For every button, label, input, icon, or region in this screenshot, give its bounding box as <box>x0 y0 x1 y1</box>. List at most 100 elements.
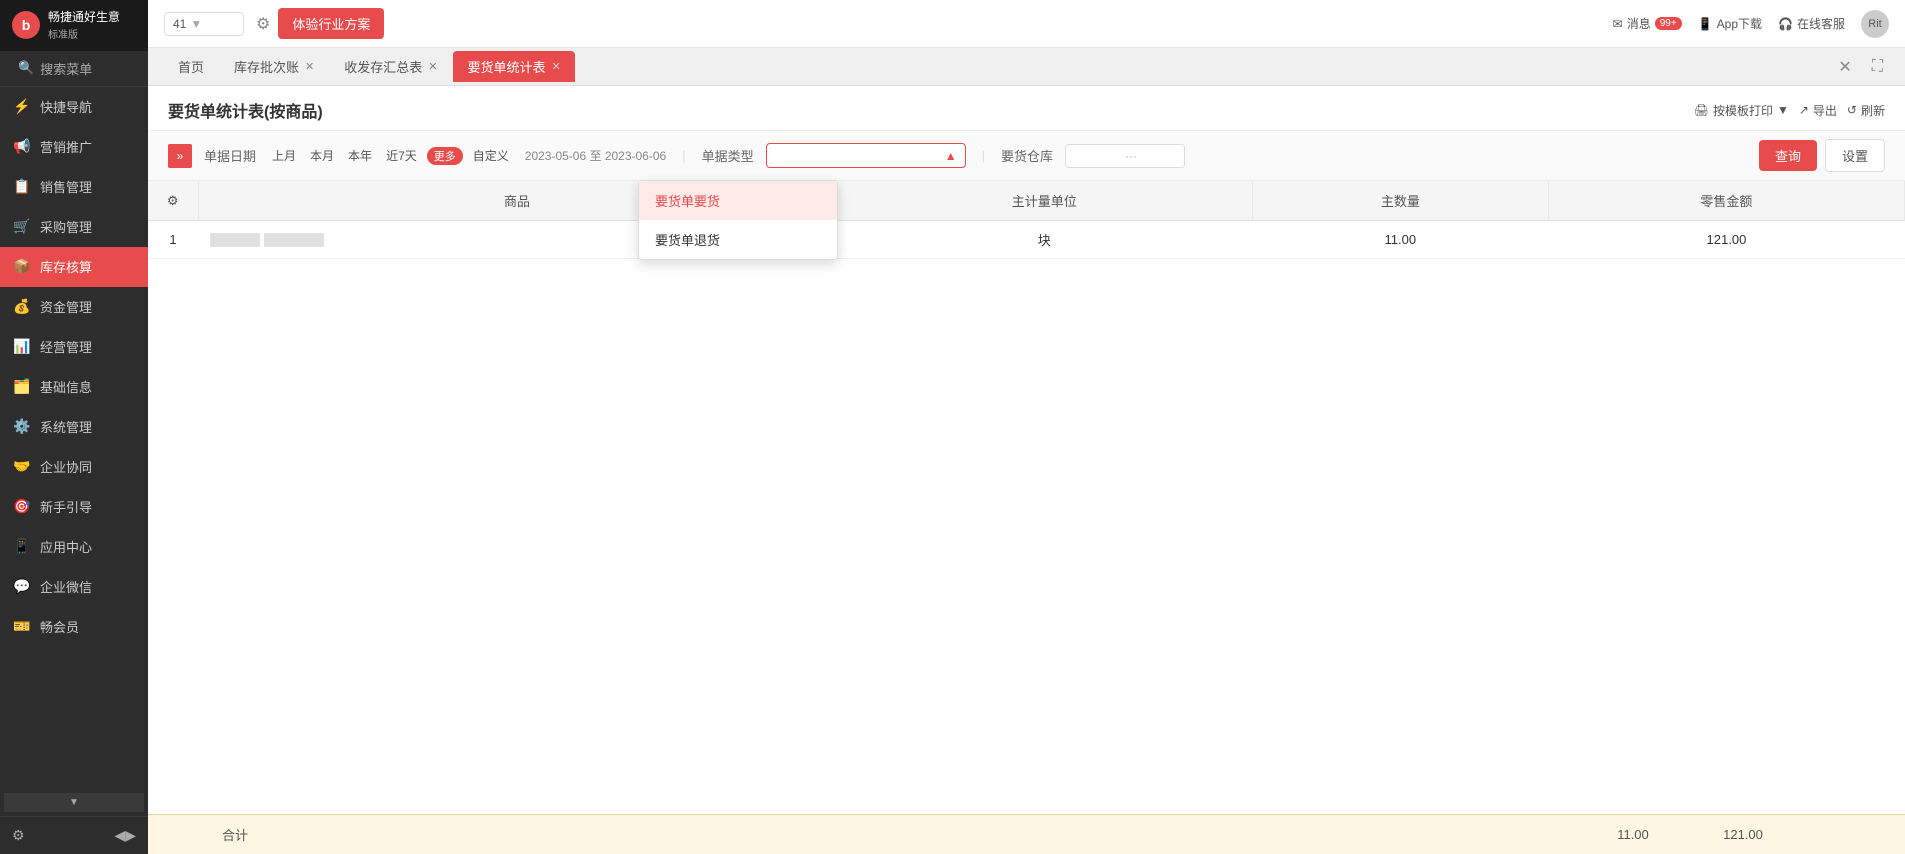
print-template-action[interactable]: 🖨 按模板打印 ▼ <box>1694 102 1789 119</box>
footer-cells: 合计 11.00 121.00 <box>160 825 1893 844</box>
refresh-label: 刷新 <box>1861 102 1885 119</box>
messages-item[interactable]: ✉ 消息 99+ <box>1613 15 1682 32</box>
sidebar-item-member[interactable]: 🎫 畅会员 <box>0 607 148 647</box>
dropdown-item-incoming[interactable]: 要货单要货 <box>639 181 837 220</box>
sidebar-item-wechat[interactable]: 💬 企业微信 <box>0 567 148 607</box>
sidebar-item-operations[interactable]: 📊 经营管理 <box>0 327 148 367</box>
date-btn-this-year[interactable]: 本年 <box>344 145 376 166</box>
messages-badge: 99+ <box>1655 17 1682 30</box>
close-all-btn[interactable]: ✕ <box>1832 55 1857 79</box>
app-download-item[interactable]: 📱 App下载 <box>1698 15 1762 32</box>
basic-icon: 🗂️ <box>12 377 32 397</box>
date-btn-7days[interactable]: 近7天 <box>382 145 421 166</box>
online-service-item[interactable]: 🎧 在线客服 <box>1778 15 1845 32</box>
page-header-actions: 🖨 按模板打印 ▼ ↗ 导出 ↺ 刷新 <box>1694 102 1885 119</box>
maximize-btn[interactable]: ⛶ <box>1866 56 1889 78</box>
sidebar-item-apps[interactable]: 📱 应用中心 <box>0 527 148 567</box>
download-icon: 📱 <box>1698 17 1713 31</box>
print-label: 按模板打印 <box>1713 102 1773 119</box>
date-label: 单据日期 <box>204 146 256 165</box>
warehouse-select[interactable]: ··· <box>1065 144 1185 168</box>
sidebar-scroll-down[interactable]: ▼ <box>4 793 144 812</box>
search-icon: 🔍 <box>18 60 34 76</box>
tab-close-inventory-batch[interactable]: ✕ <box>305 60 314 73</box>
selector-arrow-icon: ▼ <box>190 17 202 31</box>
marketing-label: 营销推广 <box>40 137 92 156</box>
tab-close-receive-summary[interactable]: ✕ <box>428 60 437 73</box>
tab-inventory-batch[interactable]: 库存批次账 ✕ <box>220 51 328 82</box>
date-more-badge[interactable]: 更多 <box>427 147 463 165</box>
tabbar-actions: ✕ ⛶ <box>1832 55 1889 79</box>
search-menu[interactable]: 🔍 搜索菜单 <box>0 51 148 87</box>
settings-icon[interactable]: ⚙ <box>12 827 25 844</box>
collapse-icon[interactable]: ◀▶ <box>114 827 136 844</box>
inventory-icon: 📦 <box>12 257 32 277</box>
sidebar-item-quick-nav[interactable]: ⚡ 快捷导航 <box>0 87 148 127</box>
col-quantity: 主数量 <box>1252 181 1548 221</box>
topbar-right: ✉ 消息 99+ 📱 App下载 🎧 在线客服 Rit <box>1613 10 1889 38</box>
main-content: 41 ▼ ⚙ 体验行业方案 ✉ 消息 99+ 📱 App下载 🎧 在线客服 Ri… <box>148 0 1905 854</box>
guide-icon: 🎯 <box>12 497 32 517</box>
date-range-display: 2023-05-06 至 2023-06-06 <box>525 147 666 164</box>
order-type-chevron-icon[interactable]: ▲ <box>945 149 957 163</box>
sidebar-item-inventory[interactable]: 📦 库存核算 <box>0 247 148 287</box>
row-amount: 121.00 <box>1548 221 1904 259</box>
filter-toggle-btn[interactable]: » <box>168 144 192 168</box>
filter-area: » 单据日期 上月 本月 本年 近7天 更多 自定义 2023-05-06 至 … <box>148 130 1905 181</box>
footer-total-label: 合计 <box>210 825 1573 844</box>
date-btn-last-month[interactable]: 上月 <box>268 145 300 166</box>
sidebar-item-marketing[interactable]: 📢 营销推广 <box>0 127 148 167</box>
operations-label: 经营管理 <box>40 337 92 356</box>
tab-order-summary[interactable]: 要货单统计表 ✕ <box>453 51 574 82</box>
member-icon: 🎫 <box>12 617 32 637</box>
topbar-gear-icon[interactable]: ⚙ <box>256 14 270 34</box>
refresh-icon: ↺ <box>1847 103 1857 117</box>
warehouse-more-icon[interactable]: ··· <box>1125 149 1176 163</box>
user-avatar[interactable]: Rit <box>1861 10 1889 38</box>
export-action[interactable]: ↗ 导出 <box>1799 102 1837 119</box>
quick-nav-icon: ⚡ <box>12 97 32 117</box>
enterprise-icon: 🤝 <box>12 457 32 477</box>
online-service-label: 在线客服 <box>1797 15 1845 32</box>
filter-separator: | <box>682 148 685 163</box>
sidebar-item-enterprise[interactable]: 🤝 企业协同 <box>0 447 148 487</box>
date-btn-custom[interactable]: 自定义 <box>469 145 513 166</box>
system-label: 系统管理 <box>40 417 92 436</box>
refresh-action[interactable]: ↺ 刷新 <box>1847 102 1885 119</box>
tab-home[interactable]: 首页 <box>164 51 218 82</box>
company-selector[interactable]: 41 ▼ <box>164 12 244 36</box>
export-label: 导出 <box>1813 102 1837 119</box>
sidebar-item-system[interactable]: ⚙️ 系统管理 <box>0 407 148 447</box>
basic-label: 基础信息 <box>40 377 92 396</box>
app-name: 畅捷通好生意 <box>48 10 120 26</box>
industry-btn[interactable]: 体验行业方案 <box>278 8 384 39</box>
col-settings[interactable]: ⚙ <box>148 181 198 221</box>
sidebar-item-sales[interactable]: 📋 销售管理 <box>0 167 148 207</box>
sidebar-item-purchase[interactable]: 🛒 采购管理 <box>0 207 148 247</box>
marketing-icon: 📢 <box>12 137 32 157</box>
sidebar-item-basic[interactable]: 🗂️ 基础信息 <box>0 367 148 407</box>
member-label: 畅会员 <box>40 617 79 636</box>
operations-icon: 📊 <box>12 337 32 357</box>
company-value: 41 <box>173 17 186 31</box>
date-btn-this-month[interactable]: 本月 <box>306 145 338 166</box>
sidebar-item-finance[interactable]: 💰 资金管理 <box>0 287 148 327</box>
row-no: 1 <box>148 221 198 259</box>
sidebar-item-guide[interactable]: 🎯 新手引导 <box>0 487 148 527</box>
order-type-input[interactable] <box>775 148 945 163</box>
apps-label: 应用中心 <box>40 537 92 556</box>
date-shortcuts: 上月 本月 本年 近7天 更多 自定义 <box>268 145 513 166</box>
footer-total-amount: 121.00 <box>1693 827 1793 842</box>
app-edition: 标准版 <box>48 26 120 41</box>
col-amount: 零售金额 <box>1548 181 1904 221</box>
app-logo: b 畅捷通好生意 标准版 <box>0 0 148 51</box>
tab-close-order-summary[interactable]: ✕ <box>552 60 561 73</box>
finance-icon: 💰 <box>12 297 32 317</box>
order-type-select[interactable]: ▲ <box>766 143 966 168</box>
page-content: 要货单统计表(按商品) 🖨 按模板打印 ▼ ↗ 导出 ↺ 刷新 » <box>148 86 1905 854</box>
messages-label: 消息 <box>1627 15 1651 32</box>
dropdown-item-return[interactable]: 要货单退货 <box>639 220 837 259</box>
tab-receive-summary[interactable]: 收发存汇总表 ✕ <box>330 51 451 82</box>
search-btn[interactable]: 查询 <box>1759 140 1817 171</box>
settings-btn[interactable]: 设置 <box>1825 139 1885 172</box>
